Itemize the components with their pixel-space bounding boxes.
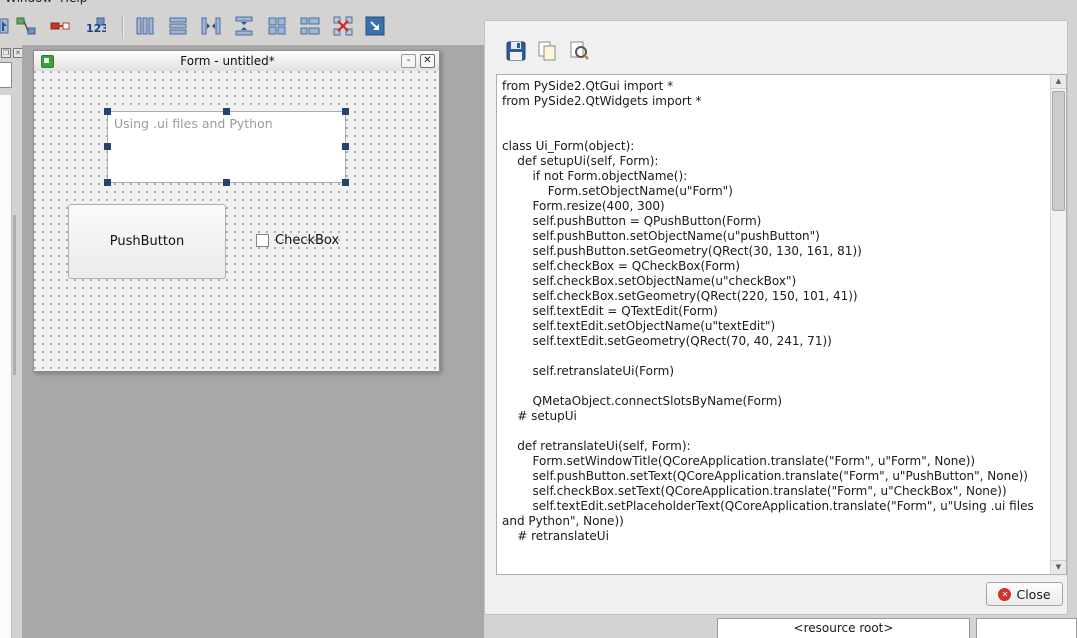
textedit-placeholder: Using .ui files and Python — [114, 116, 339, 131]
resource-browser: <resource root> — [484, 615, 1077, 638]
code-line: self.textEdit.setObjectName(u"textEdit") — [502, 319, 1049, 334]
selection-handle[interactable] — [342, 179, 349, 186]
copy-icon[interactable] — [534, 38, 560, 64]
code-line: self.textEdit.setGeometry(QRect(70, 40, … — [502, 334, 1049, 349]
selection-handle[interactable] — [104, 179, 111, 186]
code-line: self.checkBox.setGeometry(QRect(220, 150… — [502, 289, 1049, 304]
edit-buddies-icon[interactable] — [48, 14, 72, 38]
scroll-down-icon[interactable]: ▼ — [1051, 560, 1066, 574]
code-line: if not Form.objectName(): — [502, 169, 1049, 184]
lay-out-vertically-icon[interactable] — [166, 14, 190, 38]
menu-help[interactable]: Help — [60, 0, 87, 5]
code-line: self.textEdit = QTextEdit(Form) — [502, 304, 1049, 319]
close-button-label: Close — [1016, 587, 1050, 602]
lay-out-splitter-horizontal-icon[interactable] — [199, 14, 223, 38]
code-line: self.checkBox.setText(QCoreApplication.t… — [502, 484, 1049, 499]
code-line: Form.setObjectName(u"Form") — [502, 184, 1049, 199]
selection-handle[interactable] — [223, 108, 230, 115]
pushbutton-widget[interactable]: PushButton — [68, 204, 226, 279]
code-line: from PySide2.QtGui import * — [502, 79, 1049, 94]
selection-handle[interactable] — [104, 108, 111, 115]
edit-widgets-icon[interactable] — [0, 14, 11, 38]
widget-box-dock: ❐ ✕ — [0, 45, 22, 638]
menu-window[interactable]: Window — [5, 0, 52, 5]
code-line — [502, 424, 1049, 439]
break-layout-icon[interactable] — [331, 14, 355, 38]
code-line: # retranslateUi — [502, 529, 1049, 544]
code-line: self.pushButton.setText(QCoreApplication… — [502, 469, 1049, 484]
code-line: Form.resize(400, 300) — [502, 199, 1049, 214]
main-toolbar: 123 — [0, 7, 483, 45]
lay-out-horizontally-icon[interactable] — [133, 14, 157, 38]
form-canvas[interactable]: Using .ui files and Python PushButton Ch… — [34, 71, 439, 371]
find-icon[interactable] — [566, 38, 592, 64]
code-line: and Python", None)) — [502, 514, 1049, 529]
toolbar-separator — [122, 15, 124, 38]
form-window-title: Form - untitled* — [54, 54, 401, 68]
svg-text:123: 123 — [86, 22, 106, 35]
code-scrollbar[interactable]: ▲ ▼ — [1050, 75, 1066, 574]
dock-scrollbar[interactable] — [13, 215, 16, 375]
code-line: self.pushButton.setObjectName(u"pushButt… — [502, 229, 1049, 244]
scroll-up-icon[interactable]: ▲ — [1051, 75, 1066, 89]
lay-out-splitter-vertical-icon[interactable] — [232, 14, 256, 38]
textedit-widget[interactable]: Using .ui files and Python — [107, 111, 346, 183]
adjust-size-icon[interactable] — [363, 14, 387, 38]
code-line: QMetaObject.connectSlotsByName(Form) — [502, 394, 1049, 409]
resource-root-label: <resource root> — [794, 621, 894, 635]
code-line: self.pushButton.setGeometry(QRect(30, 13… — [502, 244, 1049, 259]
code-line — [502, 109, 1049, 124]
selection-handle[interactable] — [104, 143, 111, 150]
selection-handle[interactable] — [342, 108, 349, 115]
checkbox-label: CheckBox — [275, 233, 339, 248]
close-x-icon: ✕ — [998, 588, 1011, 601]
code-line: self.textEdit.setPlaceholderText(QCoreAp… — [502, 499, 1049, 514]
checkbox-widget[interactable]: CheckBox — [256, 233, 339, 248]
code-line: self.checkBox.setObjectName(u"checkBox") — [502, 274, 1049, 289]
selection-handle[interactable] — [223, 179, 230, 186]
form-window-titlebar[interactable]: Form - untitled* - ✕ — [34, 51, 439, 72]
code-line: class Ui_Form(object): — [502, 139, 1049, 154]
qt-designer-window: Window Help 123 — [0, 0, 1077, 638]
code-preview-dialog: from PySide2.QtGui import *from PySide2.… — [484, 20, 1068, 615]
checkbox-indicator[interactable] — [256, 234, 269, 247]
code-line: self.checkBox = QCheckBox(Form) — [502, 259, 1049, 274]
form-editor-window: Form - untitled* - ✕ Using .ui files and… — [33, 50, 440, 372]
form-window-icon — [41, 55, 54, 68]
minimize-button[interactable]: - — [401, 54, 416, 68]
menubar: Window Help — [0, 0, 1077, 7]
dock-float-icon[interactable]: ❐ — [1, 48, 11, 58]
code-line: # setupUi — [502, 409, 1049, 424]
code-view[interactable]: from PySide2.QtGui import *from PySide2.… — [496, 74, 1067, 575]
code-line — [502, 379, 1049, 394]
scrollbar-thumb[interactable] — [1052, 91, 1065, 211]
code-line: def retranslateUi(self, Form): — [502, 439, 1049, 454]
code-line: from PySide2.QtWidgets import * — [502, 94, 1049, 109]
code-line: self.pushButton = QPushButton(Form) — [502, 214, 1049, 229]
widget-box-panel — [0, 95, 12, 638]
lay-out-grid-icon[interactable] — [265, 14, 289, 38]
code-line — [502, 349, 1049, 364]
code-line: self.retranslateUi(Form) — [502, 364, 1049, 379]
selection-handle[interactable] — [342, 143, 349, 150]
lay-out-form-icon[interactable] — [298, 14, 322, 38]
resource-root-item[interactable]: <resource root> — [717, 618, 970, 638]
edit-signals-slots-icon[interactable] — [14, 14, 38, 38]
code-content: from PySide2.QtGui import *from PySide2.… — [502, 79, 1049, 570]
dialog-close-button[interactable]: ✕ Close — [986, 582, 1063, 606]
save-icon[interactable] — [503, 38, 529, 64]
window-close-button[interactable]: ✕ — [420, 54, 435, 68]
edit-tab-order-icon[interactable]: 123 — [83, 14, 107, 38]
code-line — [502, 124, 1049, 139]
code-line: Form.setWindowTitle(QCoreApplication.tra… — [502, 454, 1049, 469]
widget-filter-input[interactable] — [0, 62, 12, 88]
resource-panel-box[interactable] — [976, 618, 1077, 638]
code-line: def setupUi(self, Form): — [502, 154, 1049, 169]
